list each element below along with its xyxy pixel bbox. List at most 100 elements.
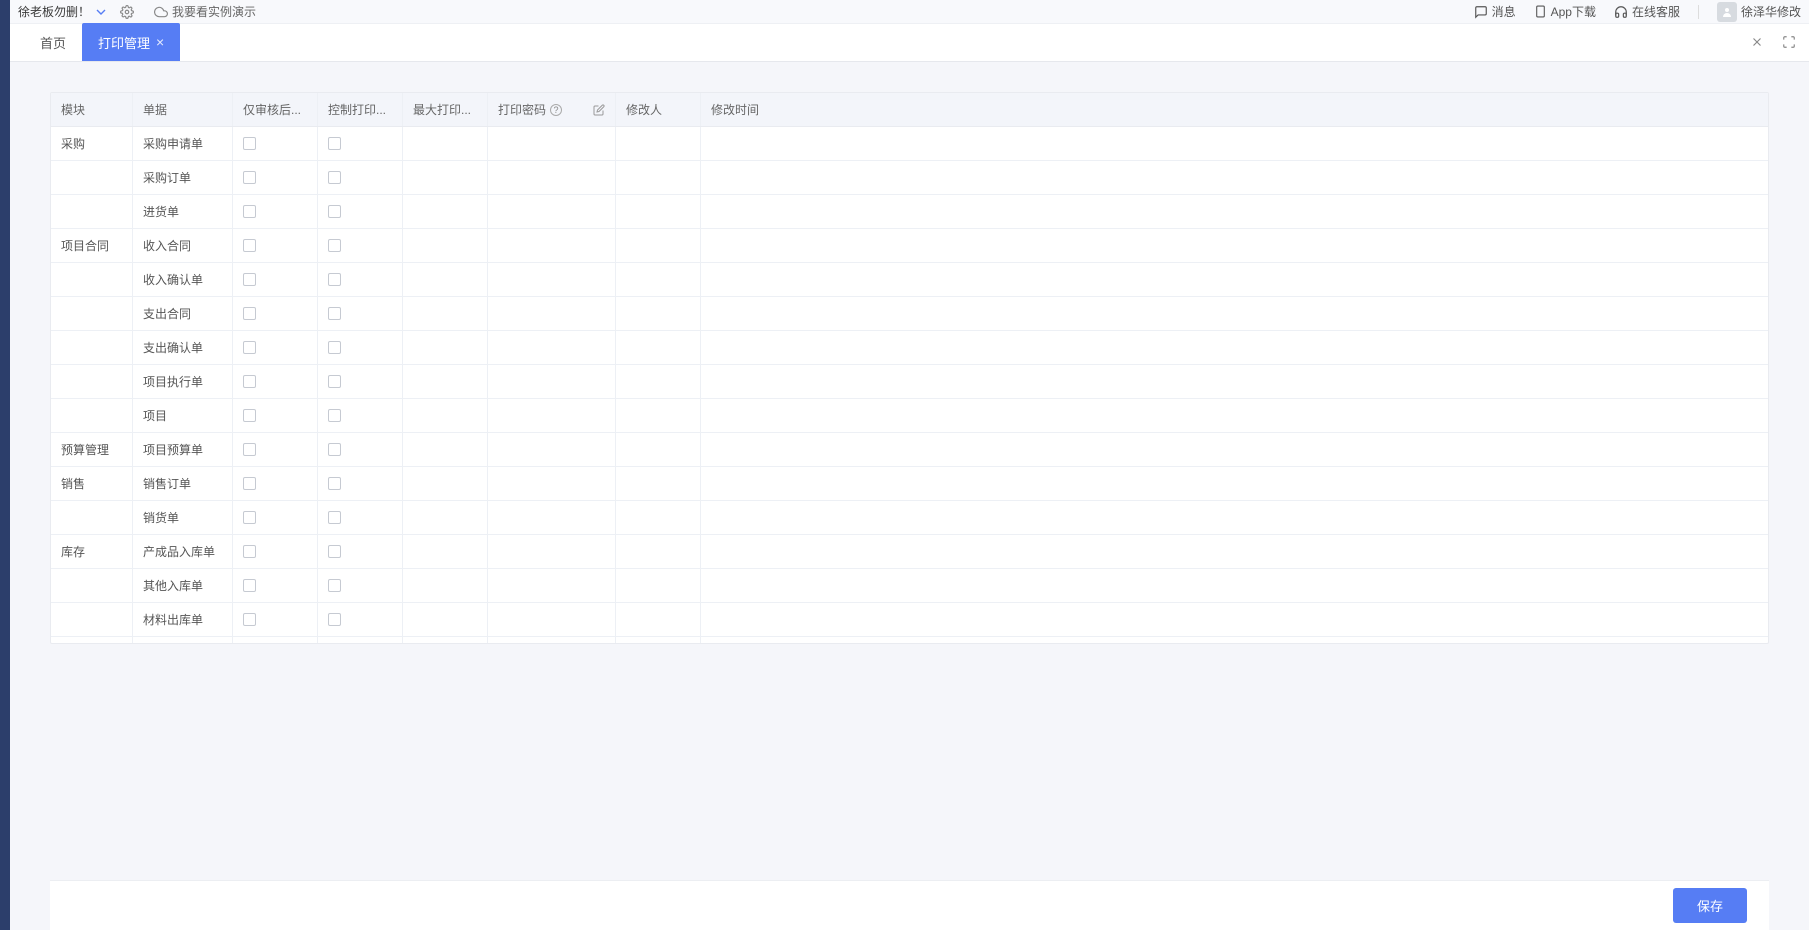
checkbox[interactable] <box>243 307 256 320</box>
tab-home-label: 首页 <box>40 33 66 52</box>
user-menu[interactable]: 徐泽华修改 <box>1717 2 1801 22</box>
cell-empty <box>403 297 488 330</box>
checkbox[interactable] <box>243 171 256 184</box>
cell-checkbox <box>318 501 403 534</box>
checkbox[interactable] <box>243 477 256 490</box>
cell-checkbox <box>233 263 318 296</box>
checkbox[interactable] <box>243 409 256 422</box>
th-modify-time: 修改时间 <box>701 93 1768 126</box>
cell-checkbox <box>318 263 403 296</box>
cell-empty <box>616 127 701 160</box>
checkbox[interactable] <box>243 341 256 354</box>
close-icon[interactable]: × <box>156 35 164 49</box>
messages-link[interactable]: 消息 <box>1474 3 1516 20</box>
help-icon[interactable]: ? <box>550 104 562 116</box>
tab-print-management[interactable]: 打印管理 × <box>82 23 180 61</box>
gear-icon[interactable] <box>120 5 134 19</box>
user-name: 徐泽华修改 <box>1741 3 1801 20</box>
checkbox[interactable] <box>328 511 341 524</box>
cell-module <box>51 263 133 296</box>
cell-empty <box>701 229 1768 262</box>
checkbox[interactable] <box>243 137 256 150</box>
cell-empty <box>488 535 616 568</box>
cell-checkbox <box>233 127 318 160</box>
cell-empty <box>403 433 488 466</box>
th-module: 模块 <box>51 93 133 126</box>
checkbox[interactable] <box>243 545 256 558</box>
cell-checkbox <box>233 399 318 432</box>
cell-module <box>51 501 133 534</box>
cell-checkbox <box>233 501 318 534</box>
cell-checkbox <box>318 161 403 194</box>
app-download-link[interactable]: App下载 <box>1534 3 1596 20</box>
checkbox[interactable] <box>243 375 256 388</box>
cell-empty <box>701 263 1768 296</box>
cell-module: 库存 <box>51 535 133 568</box>
checkbox[interactable] <box>328 273 341 286</box>
org-selector[interactable]: 徐老板勿删！ <box>18 3 106 20</box>
checkbox[interactable] <box>328 307 341 320</box>
demo-link[interactable]: 我要看实例演示 <box>154 3 256 20</box>
checkbox[interactable] <box>328 409 341 422</box>
cell-empty <box>403 263 488 296</box>
cell-empty <box>616 365 701 398</box>
cell-checkbox <box>318 399 403 432</box>
checkbox[interactable] <box>243 613 256 626</box>
cell-checkbox <box>233 331 318 364</box>
cell-empty <box>403 331 488 364</box>
checkbox[interactable] <box>328 171 341 184</box>
cell-empty <box>403 535 488 568</box>
checkbox[interactable] <box>328 375 341 388</box>
online-support-label: 在线客服 <box>1632 3 1680 20</box>
cell-module <box>51 603 133 636</box>
app-download-label: App下载 <box>1551 3 1596 20</box>
cell-empty <box>616 569 701 602</box>
checkbox[interactable] <box>243 579 256 592</box>
cell-empty <box>488 229 616 262</box>
checkbox[interactable] <box>328 545 341 558</box>
table-row: 项目执行单 <box>51 365 1768 399</box>
save-button[interactable]: 保存 <box>1673 888 1747 923</box>
cloud-icon <box>154 5 168 19</box>
edit-icon[interactable] <box>593 104 605 116</box>
fullscreen-button[interactable] <box>1779 32 1799 52</box>
cell-checkbox <box>318 433 403 466</box>
table-row: 采购采购申请单 <box>51 127 1768 161</box>
checkbox[interactable] <box>328 239 341 252</box>
table-row: 其他入库单 <box>51 569 1768 603</box>
table-row: 采购订单 <box>51 161 1768 195</box>
table-row: 库存产成品入库单 <box>51 535 1768 569</box>
tab-home[interactable]: 首页 <box>24 23 82 61</box>
online-support-link[interactable]: 在线客服 <box>1614 3 1680 20</box>
checkbox[interactable] <box>243 239 256 252</box>
checkbox[interactable] <box>328 477 341 490</box>
cell-empty <box>701 501 1768 534</box>
cell-empty <box>488 263 616 296</box>
checkbox[interactable] <box>328 613 341 626</box>
cell-empty <box>616 603 701 636</box>
close-all-tabs-button[interactable] <box>1747 32 1767 52</box>
cell-empty <box>488 501 616 534</box>
cell-empty <box>616 263 701 296</box>
cell-doc <box>133 637 233 643</box>
cell-empty <box>488 637 616 643</box>
checkbox[interactable] <box>243 273 256 286</box>
cell-empty <box>701 297 1768 330</box>
checkbox[interactable] <box>243 511 256 524</box>
cell-checkbox <box>233 195 318 228</box>
content: 模块 单据 仅审核后... 控制打印... 最大打印... 打印密码 ? 修改人… <box>10 62 1809 930</box>
checkbox[interactable] <box>328 579 341 592</box>
checkbox[interactable] <box>243 205 256 218</box>
cell-module: 销售 <box>51 467 133 500</box>
cell-checkbox <box>318 195 403 228</box>
table-row: 支出确认单 <box>51 331 1768 365</box>
checkbox[interactable] <box>328 341 341 354</box>
checkbox[interactable] <box>243 443 256 456</box>
checkbox[interactable] <box>328 205 341 218</box>
cell-empty <box>488 399 616 432</box>
cell-doc: 销货单 <box>133 501 233 534</box>
cell-checkbox <box>318 297 403 330</box>
table-body[interactable]: 采购采购申请单采购订单进货单项目合同收入合同收入确认单支出合同支出确认单项目执行… <box>51 127 1768 643</box>
checkbox[interactable] <box>328 443 341 456</box>
checkbox[interactable] <box>328 137 341 150</box>
